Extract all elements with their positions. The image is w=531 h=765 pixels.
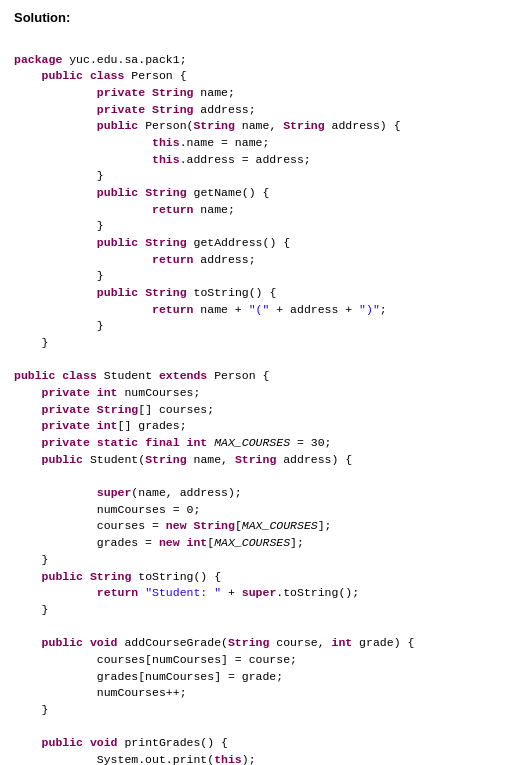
code-block: package yuc.edu.sa.pack1; public class P…: [14, 35, 517, 765]
solution-label: Solution:: [14, 10, 517, 25]
